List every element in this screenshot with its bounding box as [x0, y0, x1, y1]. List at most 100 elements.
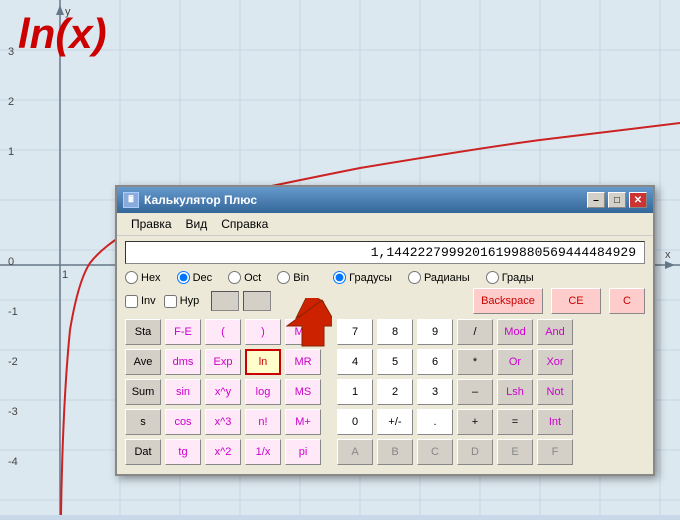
radio-degrees-input[interactable]	[333, 271, 346, 284]
button-area: Sta F-E ( ) MC 7 8 9 / Mod And Ave dms E…	[117, 316, 653, 474]
close-button[interactable]: ✕	[629, 192, 647, 208]
check-row: Inv Hyp Backspace CE C	[117, 286, 653, 316]
svg-text:-4: -4	[8, 456, 18, 468]
btn-dat[interactable]: Dat	[125, 439, 161, 465]
radio-dec[interactable]: Dec	[177, 271, 213, 284]
button-row-4: s cos x^3 n! M+ 0 +/- . + = Int	[125, 409, 645, 435]
radio-oct-input[interactable]	[228, 271, 241, 284]
c-button[interactable]: C	[609, 288, 645, 314]
btn-multiply[interactable]: *	[457, 349, 493, 375]
btn-3[interactable]: 3	[417, 379, 453, 405]
btn-sin[interactable]: sin	[165, 379, 201, 405]
svg-text:1: 1	[8, 146, 14, 158]
btn-not[interactable]: Not	[537, 379, 573, 405]
btn-fe[interactable]: F-E	[165, 319, 201, 345]
radio-hex[interactable]: Hex	[125, 271, 161, 284]
svg-text:-2: -2	[8, 356, 18, 368]
btn-f[interactable]: F	[537, 439, 573, 465]
btn-ms[interactable]: MS	[285, 379, 321, 405]
btn-plus[interactable]: +	[457, 409, 493, 435]
radio-radians-input[interactable]	[408, 271, 421, 284]
btn-s[interactable]: s	[125, 409, 161, 435]
btn-equals[interactable]: =	[497, 409, 533, 435]
btn-close-paren[interactable]: )	[245, 319, 281, 345]
btn-sum[interactable]: Sum	[125, 379, 161, 405]
btn-minus[interactable]: –	[457, 379, 493, 405]
btn-b[interactable]: B	[377, 439, 413, 465]
inv-checkbox[interactable]	[125, 295, 138, 308]
radio-bin-label: Bin	[293, 272, 309, 284]
svg-text:-3: -3	[8, 406, 18, 418]
btn-xpow2[interactable]: x^2	[205, 439, 241, 465]
radio-oct[interactable]: Oct	[228, 271, 261, 284]
btn-xor[interactable]: Xor	[537, 349, 573, 375]
menu-edit[interactable]: Правка	[125, 215, 178, 233]
btn-d[interactable]: D	[457, 439, 493, 465]
btn-and[interactable]: And	[537, 319, 573, 345]
radio-radians[interactable]: Радианы	[408, 271, 470, 284]
btn-mod[interactable]: Mod	[497, 319, 533, 345]
menu-help[interactable]: Справка	[215, 215, 274, 233]
svg-text:3: 3	[8, 46, 14, 58]
radio-dec-input[interactable]	[177, 271, 190, 284]
hyp-checkbox[interactable]	[164, 295, 177, 308]
btn-lsh[interactable]: Lsh	[497, 379, 533, 405]
mode-box-1	[211, 291, 239, 311]
btn-dms[interactable]: dms	[165, 349, 201, 375]
btn-9[interactable]: 9	[417, 319, 453, 345]
btn-mc[interactable]: MC	[285, 319, 321, 345]
graph-title: ln(x)	[18, 10, 107, 58]
btn-dot[interactable]: .	[417, 409, 453, 435]
btn-1[interactable]: 1	[337, 379, 373, 405]
btn-reciprocal[interactable]: 1/x	[245, 439, 281, 465]
btn-8[interactable]: 8	[377, 319, 413, 345]
btn-tg[interactable]: tg	[165, 439, 201, 465]
radio-bin[interactable]: Bin	[277, 271, 309, 284]
maximize-button[interactable]: □	[608, 192, 626, 208]
radio-grady-label: Грады	[502, 272, 534, 284]
radio-degrees[interactable]: Градусы	[333, 271, 392, 284]
btn-open-paren[interactable]: (	[205, 319, 241, 345]
btn-nfact[interactable]: n!	[245, 409, 281, 435]
btn-5[interactable]: 5	[377, 349, 413, 375]
radio-grady[interactable]: Грады	[486, 271, 534, 284]
radio-grady-input[interactable]	[486, 271, 499, 284]
btn-a[interactable]: A	[337, 439, 373, 465]
ce-button[interactable]: CE	[551, 288, 601, 314]
btn-int[interactable]: Int	[537, 409, 573, 435]
btn-e[interactable]: E	[497, 439, 533, 465]
btn-log[interactable]: log	[245, 379, 281, 405]
btn-mplus[interactable]: M+	[285, 409, 321, 435]
svg-text:0: 0	[8, 256, 14, 268]
backspace-button[interactable]: Backspace	[473, 288, 543, 314]
btn-c-hex[interactable]: C	[417, 439, 453, 465]
btn-mr[interactable]: MR	[285, 349, 321, 375]
radio-degrees-label: Градусы	[349, 272, 392, 284]
btn-exp[interactable]: Exp	[205, 349, 241, 375]
btn-ln[interactable]: ln	[245, 349, 281, 375]
btn-xpow3[interactable]: x^3	[205, 409, 241, 435]
btn-4[interactable]: 4	[337, 349, 373, 375]
btn-6[interactable]: 6	[417, 349, 453, 375]
btn-plusminus[interactable]: +/-	[377, 409, 413, 435]
btn-divide[interactable]: /	[457, 319, 493, 345]
btn-2[interactable]: 2	[377, 379, 413, 405]
button-row-1: Sta F-E ( ) MC 7 8 9 / Mod And	[125, 319, 645, 345]
btn-pi[interactable]: pi	[285, 439, 321, 465]
button-row-5: Dat tg x^2 1/x pi A B C D E F	[125, 439, 645, 465]
btn-cos[interactable]: cos	[165, 409, 201, 435]
svg-text:x: x	[665, 249, 671, 261]
btn-7[interactable]: 7	[337, 319, 373, 345]
btn-0[interactable]: 0	[337, 409, 373, 435]
btn-sta[interactable]: Sta	[125, 319, 161, 345]
radio-bin-input[interactable]	[277, 271, 290, 284]
btn-xpowy[interactable]: x^y	[205, 379, 241, 405]
menu-view[interactable]: Вид	[180, 215, 214, 233]
minimize-button[interactable]: –	[587, 192, 605, 208]
check-inv[interactable]: Inv	[125, 295, 156, 308]
radio-hex-input[interactable]	[125, 271, 138, 284]
btn-ave[interactable]: Ave	[125, 349, 161, 375]
btn-or[interactable]: Or	[497, 349, 533, 375]
svg-text:-1: -1	[8, 306, 18, 318]
check-hyp[interactable]: Hyp	[164, 295, 200, 308]
